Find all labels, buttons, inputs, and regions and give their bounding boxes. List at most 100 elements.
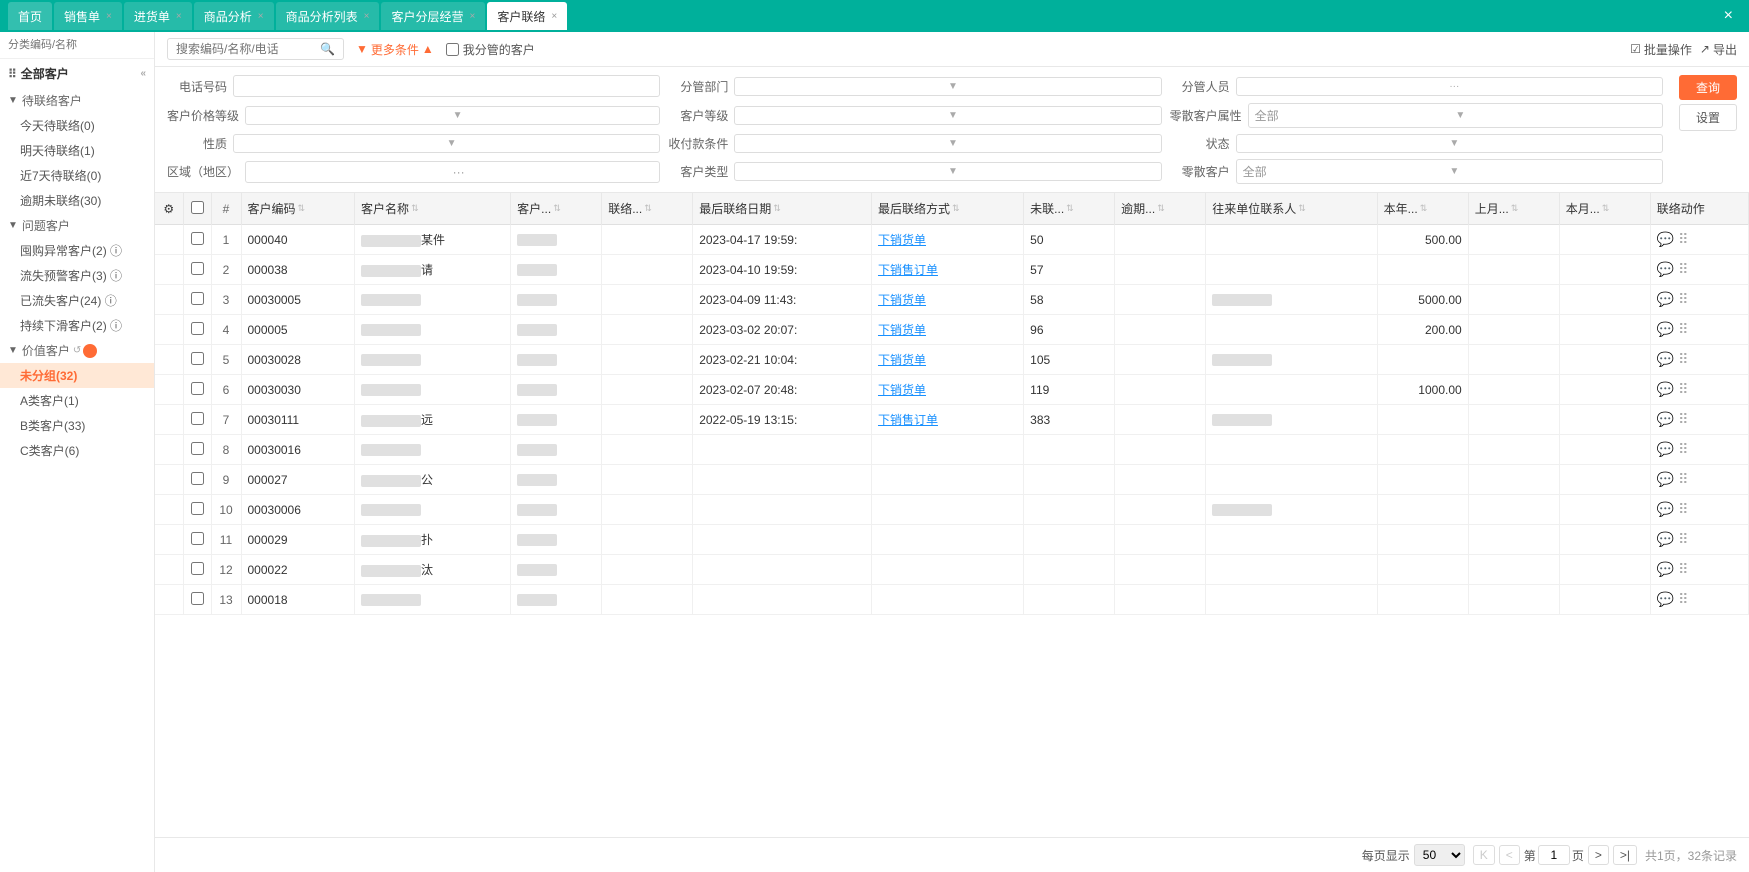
query-button[interactable]: 查询 <box>1679 75 1737 100</box>
sidebar-item-ungrouped[interactable]: 未分组(32) <box>0 363 154 388</box>
filter-retail-select[interactable]: 全部 ▼ <box>1236 159 1663 184</box>
main-search-box[interactable]: 🔍 <box>167 38 344 60</box>
more-action-icon[interactable]: ⠿ <box>1678 351 1688 368</box>
row-checkbox[interactable] <box>191 412 204 425</box>
row-checkbox[interactable] <box>191 262 204 275</box>
row-checkbox-cell[interactable] <box>183 465 211 495</box>
my-customers-filter[interactable]: 我分管的客户 <box>446 41 535 58</box>
contact-action-icon[interactable]: 💬 <box>1657 591 1674 608</box>
contact-method-link[interactable]: 下销货单 <box>878 383 926 397</box>
more-action-icon[interactable]: ⠿ <box>1678 381 1688 398</box>
close-customer-contact-tab[interactable]: × <box>551 11 557 22</box>
row-checkbox-cell[interactable] <box>183 585 211 615</box>
contact-action-icon[interactable]: 💬 <box>1657 351 1674 368</box>
settings-column-header[interactable]: ⚙ <box>155 193 183 225</box>
contact-method-link[interactable]: 下销货单 <box>878 323 926 337</box>
filter-person-select[interactable]: ··· <box>1236 77 1663 96</box>
more-filters-button[interactable]: ▼ 更多条件 ▲ <box>356 41 434 58</box>
tab-customer-contact[interactable]: 客户联络 × <box>487 2 567 30</box>
row-checkbox-cell[interactable] <box>183 495 211 525</box>
row-checkbox-cell[interactable] <box>183 555 211 585</box>
filter-payment-select[interactable]: ▼ <box>734 134 1161 153</box>
contact-action-icon[interactable]: 💬 <box>1657 411 1674 428</box>
row-checkbox[interactable] <box>191 472 204 485</box>
row-checkbox[interactable] <box>191 382 204 395</box>
row-checkbox[interactable] <box>191 292 204 305</box>
window-close-button[interactable]: × <box>1716 7 1741 25</box>
last-page-button[interactable]: >| <box>1613 845 1637 865</box>
contact-action-icon[interactable]: 💬 <box>1657 261 1674 278</box>
row-checkbox-cell[interactable] <box>183 435 211 465</box>
first-page-button[interactable]: K <box>1473 845 1495 865</box>
more-action-icon[interactable]: ⠿ <box>1678 231 1688 248</box>
row-checkbox-cell[interactable] <box>183 315 211 345</box>
row-checkbox-cell[interactable] <box>183 405 211 435</box>
close-product-analysis-list-tab[interactable]: × <box>364 11 370 22</box>
refresh-icon[interactable]: ↺ <box>73 345 81 356</box>
contact-action-icon[interactable]: 💬 <box>1657 231 1674 248</box>
tab-product-analysis-list[interactable]: 商品分析列表 × <box>276 2 380 30</box>
sidebar-item-churn-warning[interactable]: 流失预警客户(3) ⓘ <box>0 263 154 288</box>
more-action-icon[interactable]: ⠿ <box>1678 561 1688 578</box>
page-size-select[interactable]: 50 100 200 <box>1414 844 1465 866</box>
filter-status-select[interactable]: ▼ <box>1236 134 1663 153</box>
filter-retail-attr-select[interactable]: 全部 ▼ <box>1248 103 1663 128</box>
contact-action-icon[interactable]: 💬 <box>1657 531 1674 548</box>
my-customers-checkbox[interactable] <box>446 43 459 56</box>
sidebar-item-today[interactable]: 今天待联络(0) <box>0 113 154 138</box>
row-checkbox-cell[interactable] <box>183 255 211 285</box>
row-checkbox-cell[interactable] <box>183 525 211 555</box>
row-checkbox-cell[interactable] <box>183 375 211 405</box>
sidebar-item-overdue[interactable]: 逾期未联络(30) <box>0 188 154 213</box>
more-action-icon[interactable]: ⠿ <box>1678 531 1688 548</box>
sidebar-search-box[interactable]: 🔍 <box>0 32 154 59</box>
all-customers-header[interactable]: ⠿ 全部客户 « <box>0 59 154 88</box>
more-action-icon[interactable]: ⠿ <box>1678 591 1688 608</box>
batch-ops-button[interactable]: ☑ 批量操作 <box>1630 41 1692 58</box>
row-checkbox[interactable] <box>191 322 204 335</box>
filter-price-level-select[interactable]: ▼ <box>245 106 660 125</box>
contact-method-link[interactable]: 下销货单 <box>878 353 926 367</box>
sidebar-item-declining[interactable]: 持续下滑客户(2) ⓘ <box>0 313 154 338</box>
contact-method-link[interactable]: 下销货单 <box>878 233 926 247</box>
sidebar-item-churned[interactable]: 已流失客户(24) ⓘ <box>0 288 154 313</box>
tab-purchase[interactable]: 进货单 × <box>124 2 192 30</box>
contact-method-link[interactable]: 下销货单 <box>878 293 926 307</box>
sidebar-group-pending[interactable]: ▼ 待联络客户 <box>0 88 154 113</box>
sidebar-item-abnormal[interactable]: 囤购异常客户(2) ⓘ <box>0 238 154 263</box>
tab-product-analysis[interactable]: 商品分析 × <box>194 2 274 30</box>
more-action-icon[interactable]: ⠿ <box>1678 321 1688 338</box>
page-number-input[interactable] <box>1538 845 1570 865</box>
row-checkbox[interactable] <box>191 232 204 245</box>
next-page-button[interactable]: > <box>1588 845 1609 865</box>
sidebar-item-tomorrow[interactable]: 明天待联络(1) <box>0 138 154 163</box>
row-checkbox[interactable] <box>191 562 204 575</box>
select-all-checkbox[interactable] <box>191 201 204 214</box>
tab-customer-tier[interactable]: 客户分层经营 × <box>381 2 485 30</box>
row-checkbox-cell[interactable] <box>183 345 211 375</box>
row-checkbox-cell[interactable] <box>183 225 211 255</box>
filter-region-select[interactable]: ··· <box>245 161 660 183</box>
row-checkbox[interactable] <box>191 442 204 455</box>
contact-method-link[interactable]: 下销售订单 <box>878 263 938 277</box>
sidebar-group-value[interactable]: ▼ 价值客户 ↺ <box>0 338 154 363</box>
filter-customer-level-select[interactable]: ▼ <box>734 106 1161 125</box>
close-product-analysis-tab[interactable]: × <box>258 11 264 22</box>
main-search-input[interactable] <box>176 42 316 56</box>
sidebar-search-input[interactable] <box>8 39 150 51</box>
row-checkbox-cell[interactable] <box>183 285 211 315</box>
sidebar-item-class-a[interactable]: A类客户(1) <box>0 388 154 413</box>
row-checkbox[interactable] <box>191 352 204 365</box>
row-checkbox[interactable] <box>191 502 204 515</box>
prev-page-button[interactable]: < <box>1499 845 1520 865</box>
filter-phone-input[interactable] <box>233 75 660 97</box>
close-sales-tab[interactable]: × <box>106 11 112 22</box>
reset-button[interactable]: 设置 <box>1679 104 1737 131</box>
more-action-icon[interactable]: ⠿ <box>1678 411 1688 428</box>
contact-action-icon[interactable]: 💬 <box>1657 561 1674 578</box>
row-checkbox[interactable] <box>191 592 204 605</box>
close-purchase-tab[interactable]: × <box>176 11 182 22</box>
more-action-icon[interactable]: ⠿ <box>1678 441 1688 458</box>
more-action-icon[interactable]: ⠿ <box>1678 471 1688 488</box>
tab-home[interactable]: 首页 <box>8 2 52 30</box>
